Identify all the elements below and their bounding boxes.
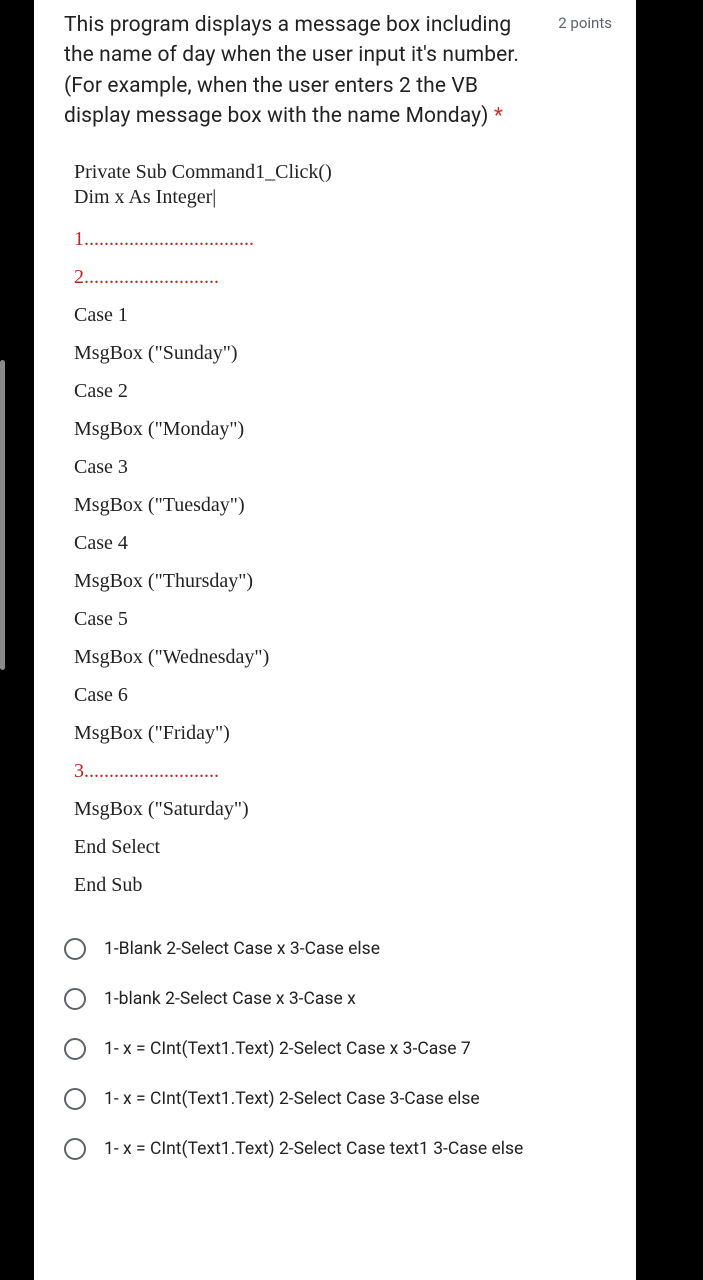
code-line: MsgBox ("Thursday")	[74, 562, 636, 600]
code-line: Case 5	[74, 600, 636, 638]
code-line: MsgBox ("Friday")	[74, 714, 636, 752]
code-line: Private Sub Command1_Click()	[74, 160, 636, 185]
option-5[interactable]: 1- x = CInt(Text1.Text) 2-Select Case te…	[64, 1124, 636, 1174]
code-line: MsgBox ("Saturday")	[74, 790, 636, 828]
code-header: Private Sub Command1_Click() Dim x As In…	[74, 160, 636, 210]
required-marker: *	[494, 104, 503, 128]
code-line: MsgBox ("Sunday")	[74, 334, 636, 372]
option-label: 1-blank 2-Select Case x 3-Case x	[104, 989, 356, 1009]
radio-icon	[64, 1088, 86, 1110]
option-label: 1-Blank 2-Select Case x 3-Case else	[104, 939, 380, 959]
code-line: Case 6	[74, 676, 636, 714]
blank-3: 3...........................	[74, 752, 636, 790]
option-2[interactable]: 1-blank 2-Select Case x 3-Case x	[64, 974, 636, 1024]
code-line: MsgBox ("Tuesday")	[74, 486, 636, 524]
code-line: MsgBox ("Monday")	[74, 410, 636, 448]
scroll-indicator[interactable]	[0, 360, 5, 670]
options-group: 1-Blank 2-Select Case x 3-Case else 1-bl…	[34, 914, 636, 1174]
code-line: Case 4	[74, 524, 636, 562]
question-text: This program displays a message box incl…	[64, 10, 558, 132]
code-line: Case 2	[74, 372, 636, 410]
option-1[interactable]: 1-Blank 2-Select Case x 3-Case else	[64, 924, 636, 974]
blank-1: 1..................................	[74, 220, 636, 258]
code-line: Case 1	[74, 296, 636, 334]
code-line: End Sub	[74, 866, 636, 904]
radio-icon	[64, 1038, 86, 1060]
option-4[interactable]: 1- x = CInt(Text1.Text) 2-Select Case 3-…	[64, 1074, 636, 1124]
radio-icon	[64, 988, 86, 1010]
code-line: Dim x As Integer|	[74, 185, 636, 210]
code-line: Case 3	[74, 448, 636, 486]
code-line: End Select	[74, 828, 636, 866]
radio-icon	[64, 1138, 86, 1160]
question-card: This program displays a message box incl…	[34, 0, 636, 1280]
blank-2: 2...........................	[74, 258, 636, 296]
option-label: 1- x = CInt(Text1.Text) 2-Select Case x …	[104, 1039, 471, 1059]
option-label: 1- x = CInt(Text1.Text) 2-Select Case te…	[104, 1139, 523, 1159]
option-3[interactable]: 1- x = CInt(Text1.Text) 2-Select Case x …	[64, 1024, 636, 1074]
option-label: 1- x = CInt(Text1.Text) 2-Select Case 3-…	[104, 1089, 480, 1109]
question-header: This program displays a message box incl…	[34, 10, 636, 132]
code-line: MsgBox ("Wednesday")	[74, 638, 636, 676]
radio-icon	[64, 938, 86, 960]
question-points: 2 points	[558, 10, 612, 32]
question-body: This program displays a message box incl…	[64, 13, 519, 128]
code-block: Private Sub Command1_Click() Dim x As In…	[34, 132, 636, 914]
